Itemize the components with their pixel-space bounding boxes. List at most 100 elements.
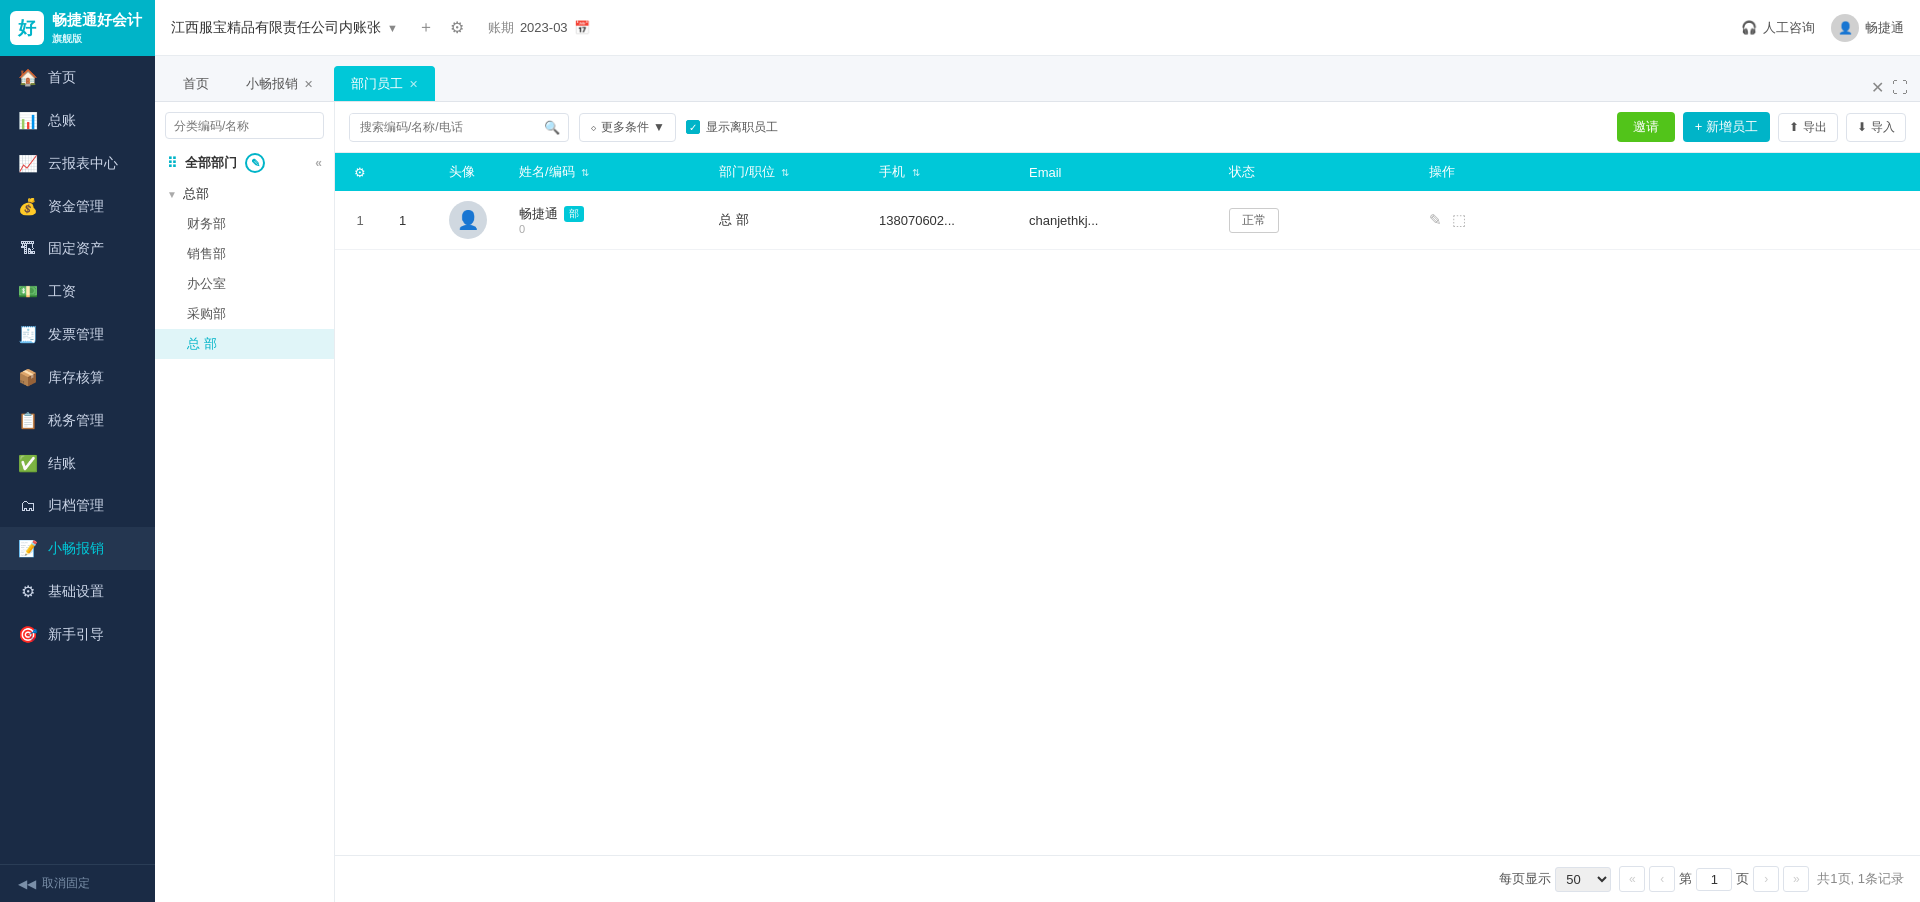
th-status: 状态 xyxy=(1215,153,1415,191)
td-mobile: 138070602... xyxy=(865,191,1015,250)
all-dept-item[interactable]: ⠿ 全部部门 ✎ « xyxy=(155,147,334,179)
sidebar-item-guide[interactable]: 🎯 新手引导 xyxy=(0,613,155,656)
app-edition: 旗舰版 xyxy=(52,32,142,46)
consult-button[interactable]: 🎧 人工咨询 xyxy=(1741,19,1815,37)
emp-dept-badge: 部 xyxy=(564,206,584,222)
close-all-tabs-icon[interactable]: ✕ xyxy=(1871,78,1884,97)
sidebar-item-assets[interactable]: 🏗 固定资产 xyxy=(0,228,155,270)
mobile-sort-icon: ⇅ xyxy=(912,167,920,178)
sidebar-item-settings[interactable]: ⚙ 基础设置 xyxy=(0,570,155,613)
sidebar-item-salary[interactable]: 💵 工资 xyxy=(0,270,155,313)
edit-icon[interactable]: ✎ xyxy=(1429,211,1442,229)
dept-parent-zongbu[interactable]: ▼ 总部 xyxy=(155,179,334,209)
sidebar-item-settle[interactable]: ✅ 结账 xyxy=(0,442,155,485)
salary-icon: 💵 xyxy=(18,282,38,301)
dept-child-caigoubu[interactable]: 采购部 xyxy=(155,299,334,329)
td-num-idx: 1 xyxy=(385,191,435,250)
import-button[interactable]: ⬇ 导入 xyxy=(1846,113,1906,142)
emp-name: 畅捷通 xyxy=(519,205,558,223)
tab-home[interactable]: 首页 xyxy=(167,67,225,101)
add-company-button[interactable]: ＋ xyxy=(414,13,438,42)
period-selector[interactable]: 账期 2023-03 📅 xyxy=(488,19,590,37)
tab-expense[interactable]: 小畅报销 ✕ xyxy=(229,66,330,101)
sidebar-nav: 🏠 首页 📊 总账 📈 云报表中心 💰 资金管理 🏗 固定资产 💵 工资 🧾 发… xyxy=(0,56,155,864)
dept-collapse-icon[interactable]: « xyxy=(315,156,322,170)
export-button[interactable]: ⬆ 导出 xyxy=(1778,113,1838,142)
period-label: 账期 xyxy=(488,19,514,37)
show-resigned-toggle[interactable]: ✓ 显示离职员工 xyxy=(686,119,778,136)
emp-table: ⚙ 头像 姓名/编码 ⇅ 部门/职位 ⇅ xyxy=(335,153,1920,855)
last-page-button[interactable]: » xyxy=(1783,866,1809,892)
sidebar-item-expense[interactable]: 📝 小畅报销 xyxy=(0,527,155,570)
th-mobile[interactable]: 手机 ⇅ xyxy=(865,153,1015,191)
dept-sort-icon: ⇅ xyxy=(781,167,789,178)
user-name: 畅捷通 xyxy=(1865,19,1904,37)
reports-icon: 📈 xyxy=(18,154,38,173)
dept-edit-icon[interactable]: ✎ xyxy=(245,153,265,173)
expand-icon: ▼ xyxy=(167,189,177,200)
dept-grid-icon: ⠿ xyxy=(167,155,177,171)
emp-search-icon[interactable]: 🔍 xyxy=(536,114,568,141)
th-name-code[interactable]: 姓名/编码 ⇅ xyxy=(505,153,705,191)
calendar-icon: 📅 xyxy=(574,20,590,35)
dept-child-zongbu[interactable]: 总 部 xyxy=(155,329,334,359)
ledger-icon: 📊 xyxy=(18,111,38,130)
filter-button[interactable]: ⬦ 更多条件 ▼ xyxy=(579,113,676,142)
td-num: 1 xyxy=(335,191,385,250)
assets-icon: 🏗 xyxy=(18,240,38,258)
avatar: 👤 xyxy=(1831,14,1859,42)
tab-dept-emp-close[interactable]: ✕ xyxy=(409,78,418,91)
cancel-fixed-button[interactable]: ◀◀ 取消固定 xyxy=(0,864,155,902)
filter-icon: ⬦ xyxy=(590,120,597,134)
emp-toolbar: 🔍 ⬦ 更多条件 ▼ ✓ 显示离职员工 邀请 + 新增员工 ⬆ 导出 xyxy=(335,102,1920,153)
add-employee-button[interactable]: + 新增员工 xyxy=(1683,112,1770,142)
prev-page-button[interactable]: ‹ xyxy=(1649,866,1675,892)
topbar-actions: ＋ ⚙ xyxy=(414,13,468,42)
user-menu[interactable]: 👤 畅捷通 xyxy=(1831,14,1904,42)
sidebar-item-home[interactable]: 🏠 首页 xyxy=(0,56,155,99)
period-value: 2023-03 xyxy=(520,20,568,35)
td-status: 正常 xyxy=(1215,191,1415,250)
dept-child-xiaoshoubu[interactable]: 销售部 xyxy=(155,239,334,269)
tab-dept-emp[interactable]: 部门员工 ✕ xyxy=(334,66,435,101)
th-num xyxy=(385,153,435,191)
tab-expense-close[interactable]: ✕ xyxy=(304,78,313,91)
invite-button[interactable]: 邀请 xyxy=(1617,112,1675,142)
next-page-button[interactable]: › xyxy=(1753,866,1779,892)
logout-icon[interactable]: ⬚ xyxy=(1452,211,1466,229)
company-selector[interactable]: 江西服宝精品有限责任公司内账张 ▼ xyxy=(171,19,398,37)
th-dept-pos[interactable]: 部门/职位 ⇅ xyxy=(705,153,865,191)
app-logo: 好 畅捷通好会计 旗舰版 xyxy=(0,0,155,56)
dept-child-caiwubu[interactable]: 财务部 xyxy=(155,209,334,239)
all-dept-label: 全部部门 xyxy=(185,154,237,172)
sidebar-item-inventory[interactable]: 📦 库存核算 xyxy=(0,356,155,399)
maximize-icon[interactable]: ⛶ xyxy=(1892,79,1908,97)
import-icon: ⬇ xyxy=(1857,120,1867,134)
settings-button[interactable]: ⚙ xyxy=(446,14,468,41)
first-page-button[interactable]: « xyxy=(1619,866,1645,892)
toolbar-right-buttons: 邀请 + 新增员工 ⬆ 导出 ⬇ 导入 xyxy=(1617,112,1906,142)
sidebar-item-tax[interactable]: 📋 税务管理 xyxy=(0,399,155,442)
td-dept: 总 部 xyxy=(705,191,865,250)
settle-icon: ✅ xyxy=(18,454,38,473)
dept-search-input[interactable] xyxy=(166,114,324,138)
th-settings[interactable]: ⚙ xyxy=(335,153,385,191)
emp-search: 🔍 xyxy=(349,113,569,142)
show-resigned-checkbox[interactable]: ✓ xyxy=(686,120,700,134)
page-size-select[interactable]: 50 10 20 100 xyxy=(1555,867,1611,892)
app-name: 畅捷通好会计 xyxy=(52,11,142,30)
archive-icon: 🗂 xyxy=(18,497,38,515)
emp-search-input[interactable] xyxy=(350,114,536,140)
sidebar-item-archive[interactable]: 🗂 归档管理 xyxy=(0,485,155,527)
sidebar-item-capital[interactable]: 💰 资金管理 xyxy=(0,185,155,228)
page-number-input[interactable] xyxy=(1696,868,1732,891)
table-row: 1 1 👤 畅捷通 部 0 xyxy=(335,191,1920,250)
sidebar-item-invoice[interactable]: 🧾 发票管理 xyxy=(0,313,155,356)
sidebar-item-ledger[interactable]: 📊 总账 xyxy=(0,99,155,142)
topbar: 江西服宝精品有限责任公司内账张 ▼ ＋ ⚙ 账期 2023-03 📅 🎧 人工咨… xyxy=(155,0,1920,56)
content-area: 🔍 ⠿ 全部部门 ✎ « ▼ 总部 财务部 销售部 xyxy=(155,102,1920,902)
td-actions: ✎ ⬚ xyxy=(1415,191,1920,250)
dept-child-bangongshi[interactable]: 办公室 xyxy=(155,269,334,299)
sidebar-item-reports[interactable]: 📈 云报表中心 xyxy=(0,142,155,185)
td-avatar: 👤 xyxy=(435,191,505,250)
